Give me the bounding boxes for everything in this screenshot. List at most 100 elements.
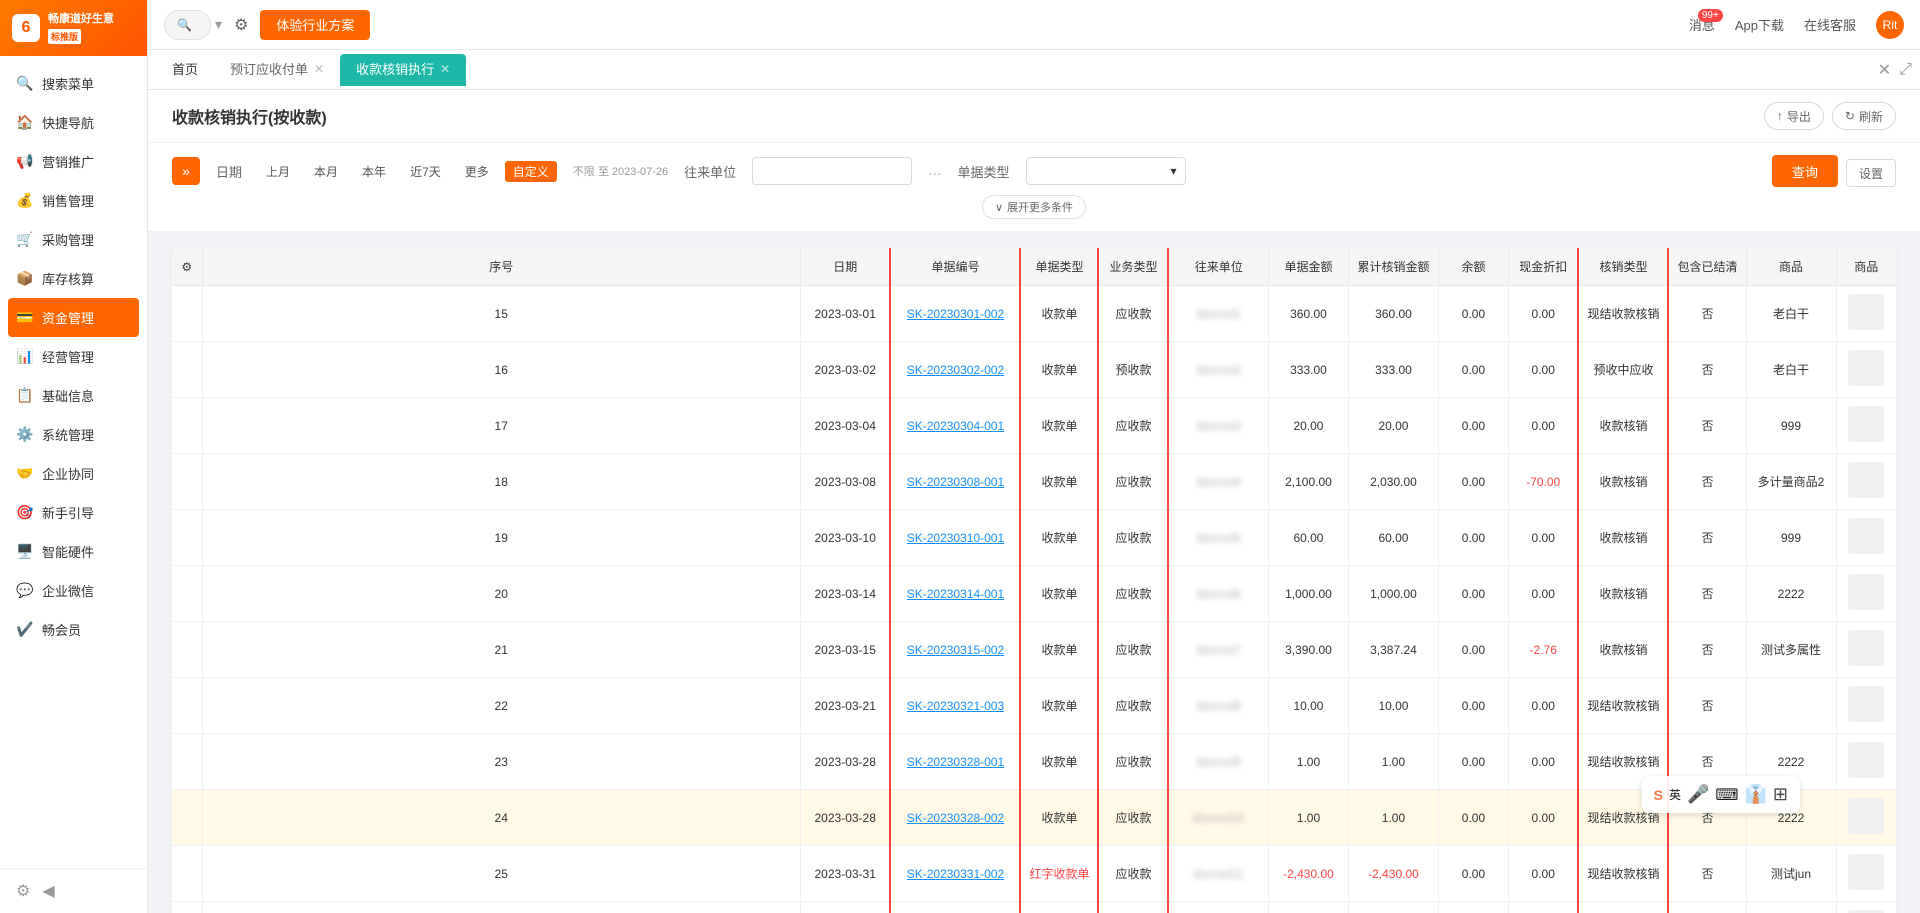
tab-close-receivable[interactable]: ✕ <box>314 62 324 76</box>
watermark-widget: S 英 🎤 ⌨ 👔 ⊞ <box>1642 776 1800 813</box>
cell-cancel-amount: 1,000.00 <box>1348 566 1438 622</box>
receipt-link[interactable]: SK-20230315-002 <box>907 643 1004 657</box>
sidebar-item-wechat[interactable]: 💬 企业微信 <box>0 571 147 610</box>
cell-date: 2023-03-21 <box>800 678 890 734</box>
sidebar-item-hardware[interactable]: 🖥️智能硬件 <box>0 532 147 571</box>
receipt-link[interactable]: SK-20230304-001 <box>907 419 1004 433</box>
sidebar-label-wechat: 企业微信 <box>42 581 94 600</box>
sidebar-item-operation[interactable]: 📊经营管理 <box>0 337 147 376</box>
gear-icon[interactable]: ⚙ <box>234 15 248 35</box>
message-icon[interactable]: 消息 99+ <box>1689 15 1715 34</box>
cell-cancel-type: 现结收款核销 <box>1578 678 1668 734</box>
cell-cancel-amount: 20.00 <box>1348 902 1438 913</box>
col-settings[interactable]: ⚙ <box>172 248 202 286</box>
cell-include-settled: 否 <box>1668 398 1746 454</box>
date-tab-more[interactable]: 更多 <box>457 161 497 182</box>
tab-close-writeoff[interactable]: ✕ <box>440 62 450 76</box>
cell-goods-img <box>1836 846 1896 902</box>
receipt-link[interactable]: SK-20230314-001 <box>907 587 1004 601</box>
receipt-link[interactable]: SK-20230301-002 <box>907 307 1004 321</box>
refresh-button[interactable]: ↻ 刷新 <box>1832 102 1896 130</box>
sidebar-item-marketing[interactable]: 📢营销推广 <box>0 142 147 181</box>
expand-tab-icon[interactable]: ⤢ <box>1899 61 1912 79</box>
app-download-link[interactable]: App下载 <box>1735 15 1784 34</box>
cell-balance: 0.00 <box>1438 678 1508 734</box>
operation-icon: 📊 <box>16 348 34 365</box>
cell-balance: 0.00 <box>1438 286 1508 342</box>
cell-balance: 0.00 <box>1438 398 1508 454</box>
cell-no: SK-20230314-001 <box>890 566 1020 622</box>
table-row: 21 2023-03-15 SK-20230315-002 收款单 应收款 bl… <box>172 622 1896 678</box>
cell-type: 收款单 <box>1020 286 1098 342</box>
date-tab-last-month[interactable]: 上月 <box>258 161 298 182</box>
cell-unit: blurred6 <box>1168 566 1268 622</box>
cell-goods <box>1746 678 1836 734</box>
cell-cancel-amount: 20.00 <box>1348 398 1438 454</box>
page-actions: ↑ 导出 ↻ 刷新 <box>1764 102 1896 130</box>
online-service-link[interactable]: 在线客服 <box>1804 15 1856 34</box>
collapse-icon[interactable]: ◀ <box>42 881 54 901</box>
sidebar-item-purchase[interactable]: 🛒采购管理 <box>0 220 147 259</box>
col-seq: 序号 <box>202 248 800 286</box>
dropdown-icon[interactable]: ▾ <box>215 16 222 33</box>
sidebar-label-system: 系统管理 <box>42 425 94 444</box>
sidebar-item-enterprise[interactable]: 🤝企业协同 <box>0 454 147 493</box>
sidebar-item-finance[interactable]: 💳资金管理 <box>8 298 139 337</box>
receipt-link[interactable]: SK-20230328-001 <box>907 755 1004 769</box>
cell-goods-img <box>1836 902 1896 913</box>
solution-button[interactable]: 体验行业方案 <box>260 10 370 40</box>
sidebar-item-system[interactable]: ⚙️系统管理 <box>0 415 147 454</box>
date-tab-custom[interactable]: 自定义 <box>505 161 557 182</box>
sidebar-item-quicknav[interactable]: 🏠快捷导航 <box>0 103 147 142</box>
receipt-type-select[interactable]: ▾ <box>1026 157 1186 185</box>
date-tab-this-year[interactable]: 本年 <box>354 161 394 182</box>
filter-expand-button[interactable]: » <box>172 157 200 185</box>
cell-cancel-amount: 333.00 <box>1348 342 1438 398</box>
query-button[interactable]: 查询 <box>1772 155 1838 187</box>
settings-footer-icon[interactable]: ⚙ <box>16 881 30 901</box>
settings-button[interactable]: 设置 <box>1846 159 1896 187</box>
tab-receivable[interactable]: 预订应收付单✕ <box>214 54 340 86</box>
date-tab-this-month[interactable]: 本月 <box>306 161 346 182</box>
sidebar-item-inventory[interactable]: 📦库存核算 <box>0 259 147 298</box>
cell-goods-img <box>1836 342 1896 398</box>
receipt-link[interactable]: SK-20230302-002 <box>907 363 1004 377</box>
receipt-link[interactable]: SK-20230321-003 <box>907 699 1004 713</box>
wechat-icon: 💬 <box>16 582 34 599</box>
sidebar-item-sales[interactable]: 💰销售管理 <box>0 181 147 220</box>
sidebar-label-search: 搜索菜单 <box>42 74 94 93</box>
sidebar-item-search[interactable]: 🔍搜索菜单 <box>0 64 147 103</box>
export-button[interactable]: ↑ 导出 <box>1764 102 1824 130</box>
sidebar-item-member[interactable]: ✔️畅会员 <box>0 610 147 649</box>
receipt-link[interactable]: SK-20230310-001 <box>907 531 1004 545</box>
cell-date: 2023-03-14 <box>800 566 890 622</box>
cell-seq-num: 26 <box>202 902 800 913</box>
sidebar-item-basic[interactable]: 📋基础信息 <box>0 376 147 415</box>
tab-writeoff[interactable]: 收款核销执行✕ <box>340 54 466 86</box>
expand-more-button[interactable]: ∨ 展开更多条件 <box>982 195 1086 219</box>
tab-home[interactable]: 首页 <box>156 54 214 86</box>
receipt-link[interactable]: SK-20230328-002 <box>907 811 1004 825</box>
close-all-icon[interactable]: ✕ <box>1878 60 1891 80</box>
cell-include-settled: 否 <box>1668 342 1746 398</box>
table-row: 20 2023-03-14 SK-20230314-001 收款单 应收款 bl… <box>172 566 1896 622</box>
cell-no: SK-20230315-002 <box>890 622 1020 678</box>
avatar[interactable]: Rit <box>1876 11 1904 39</box>
cell-include-settled: 否 <box>1668 902 1746 913</box>
col-cancel-amount: 累计核销金额 <box>1348 248 1438 286</box>
chevron-down-expand-icon: ∨ <box>995 201 1003 214</box>
search-input[interactable]: 🔍 <box>164 10 211 40</box>
receipt-link[interactable]: SK-20230308-001 <box>907 475 1004 489</box>
cell-discount: 0.00 <box>1508 342 1578 398</box>
cell-seq-num: 25 <box>202 846 800 902</box>
unit-input[interactable] <box>752 157 912 185</box>
cell-seq <box>172 286 202 342</box>
cell-goods: 2222 <box>1746 566 1836 622</box>
cell-biz-type: 应收款 <box>1098 846 1168 902</box>
date-tab-7days[interactable]: 近7天 <box>402 161 449 182</box>
receipt-link[interactable]: SK-20230331-002 <box>907 867 1004 881</box>
guide-icon: 🎯 <box>16 504 34 521</box>
cell-type: 收款单 <box>1020 790 1098 846</box>
sidebar-item-guide[interactable]: 🎯新手引导 <box>0 493 147 532</box>
cell-unit: blurred1 <box>1168 286 1268 342</box>
